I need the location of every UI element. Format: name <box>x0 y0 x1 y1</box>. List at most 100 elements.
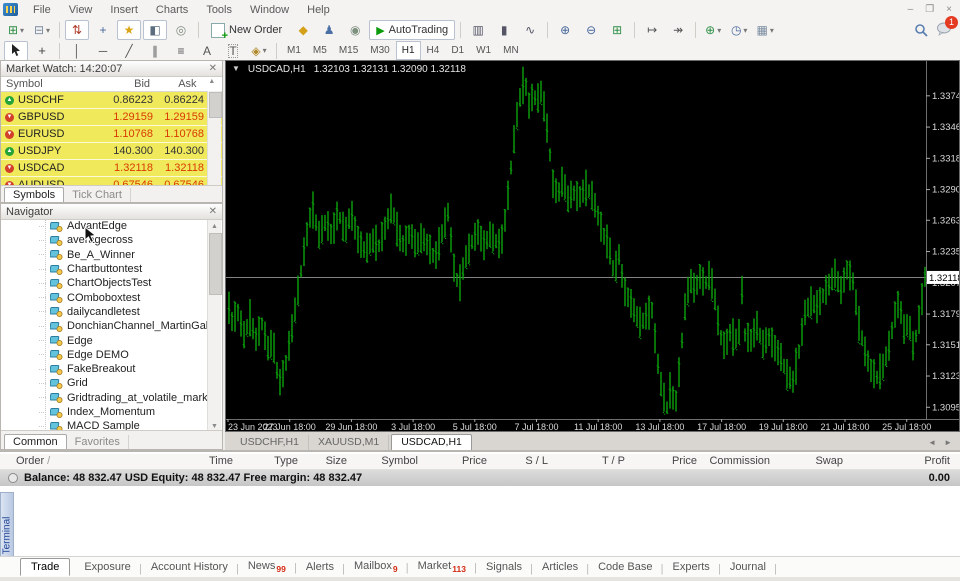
navigator-title-bar[interactable]: Navigator ✕ <box>1 204 222 220</box>
equidistant-channel-button[interactable]: ∥ <box>143 41 167 61</box>
timeframe-h4[interactable]: H4 <box>421 41 446 60</box>
timeframe-mn[interactable]: MN <box>497 41 525 60</box>
news-globe-button[interactable]: ◉ <box>343 20 367 40</box>
strategy-tester-button[interactable]: ◎ <box>169 20 193 40</box>
timeframe-d1[interactable]: D1 <box>445 41 470 60</box>
terminal-panel-button[interactable]: ◧ <box>143 20 167 40</box>
scrollbar-thumb[interactable] <box>209 92 222 118</box>
timeframe-h1[interactable]: H1 <box>395 41 421 60</box>
autotrading-button[interactable]: ▶ AutoTrading <box>369 20 456 40</box>
navigator-button[interactable]: ★ <box>117 20 141 40</box>
metaeditor-button[interactable]: ♟ <box>317 20 341 40</box>
column-price[interactable]: Price <box>462 455 487 467</box>
navigator-item-grid[interactable]: Grid <box>1 376 222 390</box>
minimize-icon[interactable]: – <box>908 4 914 15</box>
column-type[interactable]: Type <box>274 455 298 467</box>
periods-button[interactable]: ◷ ▾ <box>727 20 751 40</box>
navigator-item-index-momentum[interactable]: Index_Momentum <box>1 405 222 419</box>
column-profit[interactable]: Profit <box>924 455 950 467</box>
column-commission[interactable]: Commission <box>709 455 770 467</box>
menu-file[interactable]: File <box>24 2 60 18</box>
terminal-tab-news[interactable]: News 99 | <box>238 558 297 576</box>
column-bid[interactable]: Bid <box>91 77 155 91</box>
close-icon[interactable]: × <box>946 4 952 15</box>
chart-window-usdcad-h1[interactable]: 1.33745 1.33465 1.33185 1.32905 1.32630 1.323… <box>225 60 960 432</box>
column-swap[interactable]: Swap <box>815 455 843 467</box>
terminal-tab-trade[interactable]: Trade <box>20 558 71 576</box>
market-watch-row-gbpusd[interactable]: ▼ GBPUSD 1.29159 1.29159 <box>1 109 222 126</box>
navigator-item-donchianchannel-martingale[interactable]: DonchianChannel_MartinGale <box>1 319 222 333</box>
terminal-tab-market[interactable]: Market 113 | <box>408 558 477 576</box>
navigator-scrollbar[interactable]: ▲ ▼ <box>207 220 222 432</box>
menu-help[interactable]: Help <box>298 2 339 18</box>
market-watch-row-usdchf[interactable]: ▲ USDCHF 0.86223 0.86224 <box>1 92 222 109</box>
column-sl[interactable]: S / L <box>525 455 548 467</box>
crosshair-button[interactable]: + <box>30 41 54 61</box>
navigator-item-averagecross[interactable]: averagecross <box>1 233 222 247</box>
menu-charts[interactable]: Charts <box>147 2 197 18</box>
trendline-button[interactable]: ╱ <box>117 41 141 61</box>
terminal-tab-exposure[interactable]: Exposure | <box>74 559 141 575</box>
navigator-item-chartbuttontest[interactable]: Chartbuttontest <box>1 262 222 276</box>
bar-chart-button[interactable]: ▥ <box>466 20 490 40</box>
column-price[interactable]: Price <box>672 455 697 467</box>
data-window-button[interactable]: + <box>91 20 115 40</box>
scroll-up-icon[interactable]: ▲ <box>208 220 221 232</box>
menu-view[interactable]: View <box>60 2 102 18</box>
terminal-tab-journal[interactable]: Journal | <box>720 559 777 575</box>
indicators-button[interactable]: ⊕ ▾ <box>701 20 725 40</box>
tab-favorites[interactable]: Favorites <box>67 435 129 449</box>
column-size[interactable]: Size <box>326 455 347 467</box>
column-symbol[interactable]: Symbol <box>381 455 418 467</box>
chevron-down-icon[interactable]: ▼ <box>232 64 240 75</box>
tab-scroll-right-icon[interactable]: ► <box>944 438 952 447</box>
zoom-out-button[interactable]: ⊖ <box>579 20 603 40</box>
fibonacci-button[interactable]: ≡ <box>169 41 193 61</box>
templates-button[interactable]: ▦ ▾ <box>753 20 777 40</box>
horizontal-line-button[interactable]: ─ <box>91 41 115 61</box>
column-time[interactable]: Time <box>209 455 233 467</box>
cursor-tool-button[interactable] <box>4 40 28 61</box>
column-tp[interactable]: T / P <box>602 455 625 467</box>
tab-symbols[interactable]: Symbols <box>4 187 65 202</box>
new-chart-button[interactable]: ⊞ ▾ <box>4 20 28 40</box>
shapes-button[interactable]: ◈ ▾ <box>247 41 271 61</box>
navigator-item-comboboxtest[interactable]: COmboboxtest <box>1 290 222 304</box>
scroll-up-icon[interactable]: ▲ <box>202 77 222 91</box>
tile-windows-button[interactable]: ⊞ <box>605 20 629 40</box>
auto-scroll-button[interactable]: ↦ <box>640 20 664 40</box>
navigator-item-edge[interactable]: Edge <box>1 333 222 347</box>
timeframe-m30[interactable]: M30 <box>364 41 395 60</box>
market-watch-row-eurusd[interactable]: ▼ EURUSD 1.10768 1.10768 <box>1 126 222 143</box>
navigator-item-fakebreakout[interactable]: FakeBreakout <box>1 362 222 376</box>
navigator-item-dailycandletest[interactable]: dailycandletest <box>1 305 222 319</box>
timeframe-m1[interactable]: M1 <box>281 41 307 60</box>
terminal-tab-account-history[interactable]: Account History | <box>141 559 239 575</box>
close-icon[interactable]: ✕ <box>209 206 217 217</box>
menu-window[interactable]: Window <box>241 2 298 18</box>
column-order[interactable]: Order / <box>16 455 50 467</box>
tab-tick-chart[interactable]: Tick Chart <box>64 188 131 202</box>
market-watch-button[interactable]: ⇅ <box>65 20 89 40</box>
terminal-tab-signals[interactable]: Signals | <box>476 559 533 575</box>
chart-tab-usdcad-h1[interactable]: USDCAD,H1 <box>391 434 472 450</box>
text-label-tool-button[interactable]: T <box>221 41 245 61</box>
profiles-button[interactable]: ⊟ ▾ <box>30 20 54 40</box>
search-icon[interactable] <box>914 23 928 37</box>
navigator-item-be-a-winner[interactable]: Be_A_Winner <box>1 248 222 262</box>
market-watch-row-usdcad[interactable]: ▼ USDCAD 1.32118 1.32118 <box>1 160 222 177</box>
navigator-item-gridtrading-at-volatile-market[interactable]: Gridtrading_at_volatile_market <box>1 391 222 405</box>
column-ask[interactable]: Ask <box>155 77 202 91</box>
navigator-item-chartobjectstest[interactable]: ChartObjectsTest <box>1 276 222 290</box>
menu-tools[interactable]: Tools <box>197 2 241 18</box>
price-chart[interactable]: 1.33745 1.33465 1.33185 1.32905 1.32630 1.323… <box>226 61 959 431</box>
terminal-tab-code-base[interactable]: Code Base | <box>588 559 663 575</box>
market-watch-title-bar[interactable]: Market Watch: 14:20:07 ✕ <box>1 61 222 77</box>
scrollbar-thumb[interactable] <box>209 233 222 295</box>
terminal-tab-mailbox[interactable]: Mailbox 9 | <box>344 558 409 576</box>
navigator-item-advantedge[interactable]: AdvantEdge <box>1 219 222 233</box>
close-icon[interactable]: ✕ <box>209 63 217 74</box>
restore-icon[interactable]: ❐ <box>925 4 934 15</box>
chart-shift-button[interactable]: ↠ <box>666 20 690 40</box>
line-chart-button[interactable]: ∿ <box>518 20 542 40</box>
